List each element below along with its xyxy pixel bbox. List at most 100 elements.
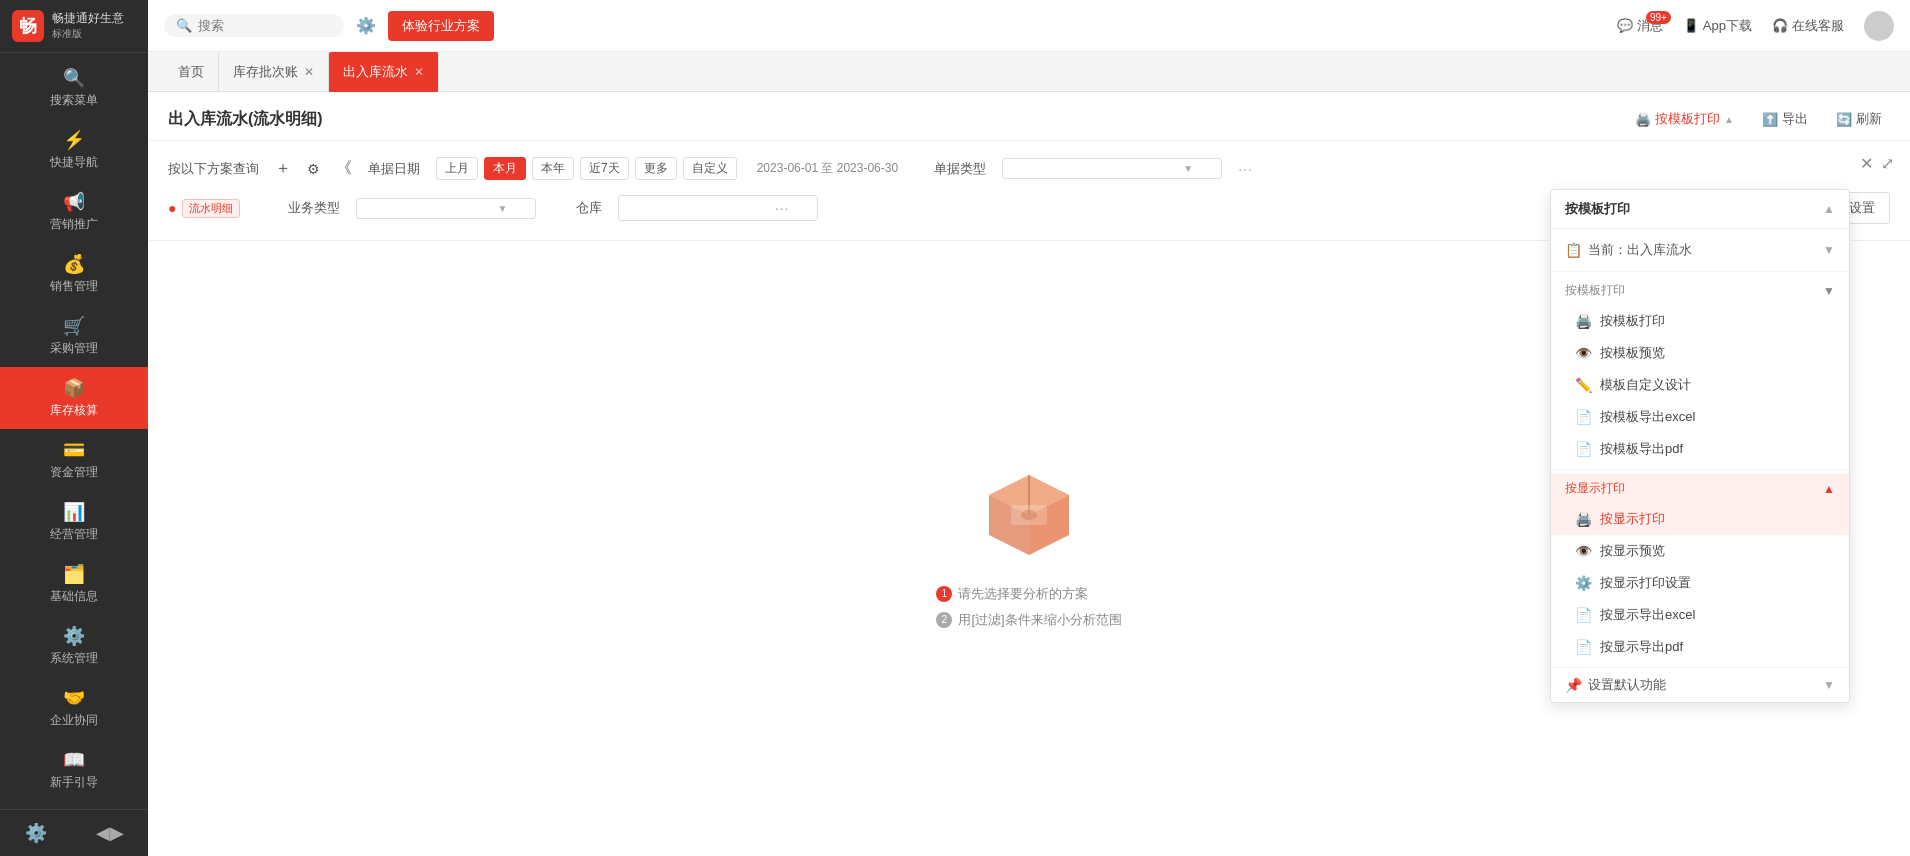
dp-template-export-excel[interactable]: 📄 按模板导出excel bbox=[1551, 401, 1849, 433]
sidebar-item-operations[interactable]: 📊 经营管理 bbox=[0, 491, 148, 553]
app-download-label: App下载 bbox=[1703, 17, 1752, 35]
sidebar-item-label: 库存核算 bbox=[50, 402, 98, 419]
dropdown-title: 按模板打印 bbox=[1565, 200, 1630, 218]
close-batch-account-tab[interactable]: ✕ bbox=[304, 65, 314, 79]
refresh-btn[interactable]: 🔄 刷新 bbox=[1828, 106, 1890, 132]
tab-home[interactable]: 首页 bbox=[164, 52, 219, 92]
dp-display-export-pdf[interactable]: 📄 按显示导出pdf bbox=[1551, 631, 1849, 663]
display-section-arrow-icon: ▲ bbox=[1823, 482, 1835, 496]
export-icon: ⬆️ bbox=[1762, 112, 1778, 127]
date-btn-last-7-days[interactable]: 近7天 bbox=[580, 157, 629, 180]
app-download-btn[interactable]: 📱 App下载 bbox=[1683, 17, 1752, 35]
warehouse-select[interactable]: ··· bbox=[618, 195, 818, 221]
display-print-section: 按显示打印 ▲ 🖨️ 按显示打印 👁️ 按显示预览 ⚙️ 按显示打印设置 📄 bbox=[1551, 470, 1849, 668]
dp-template-print-icon: 🖨️ bbox=[1575, 313, 1592, 329]
sidebar-item-basic-info[interactable]: 🗂️ 基础信息 bbox=[0, 553, 148, 615]
sidebar-item-search[interactable]: 🔍 搜索菜单 bbox=[0, 57, 148, 119]
dp-display-export-excel[interactable]: 📄 按显示导出excel bbox=[1551, 599, 1849, 631]
sidebar-item-purchase[interactable]: 🛒 采购管理 bbox=[0, 305, 148, 367]
tab-stock-flow[interactable]: 出入库流水 ✕ bbox=[329, 52, 439, 92]
message-btn[interactable]: 💬 消息 99+ bbox=[1617, 17, 1663, 35]
purchase-icon: 🛒 bbox=[63, 315, 85, 337]
close-window-btn[interactable]: ✕ bbox=[1860, 154, 1873, 173]
search-bar[interactable]: 🔍 bbox=[164, 14, 344, 37]
date-btn-custom[interactable]: 自定义 bbox=[683, 157, 737, 180]
dp-template-design-icon: ✏️ bbox=[1575, 377, 1592, 393]
warehouse-more-icon[interactable]: ··· bbox=[775, 200, 790, 216]
search-input[interactable] bbox=[198, 18, 318, 33]
sidebar-item-label: 搜索菜单 bbox=[50, 92, 98, 109]
sidebar-item-marketing[interactable]: 📢 营销推广 bbox=[0, 181, 148, 243]
dp-template-print[interactable]: 🖨️ 按模板打印 bbox=[1551, 305, 1849, 337]
dp-template-preview[interactable]: 👁️ 按模板预览 bbox=[1551, 337, 1849, 369]
close-stock-flow-tab[interactable]: ✕ bbox=[414, 65, 424, 79]
doc-type-select[interactable]: ▼ bbox=[1002, 158, 1222, 179]
current-template-label-group: 📋 当前：出入库流水 bbox=[1565, 241, 1692, 259]
empty-tip-2: 2 用[过滤]条件来缩小分析范围 bbox=[936, 607, 1121, 633]
dp-display-export-pdf-icon: 📄 bbox=[1575, 639, 1592, 655]
add-scheme-btn[interactable]: ＋ bbox=[275, 158, 291, 179]
main-area: 🔍 ⚙️ 体验行业方案 💬 消息 99+ 📱 App下载 🎧 在线客服 首页 bbox=[148, 0, 1910, 856]
message-icon: 💬 bbox=[1617, 18, 1633, 33]
tip-text-1: 请先选择要分析的方案 bbox=[958, 581, 1088, 607]
collapse-sidebar-icon[interactable]: ◀▶ bbox=[96, 822, 124, 844]
dp-template-design[interactable]: ✏️ 模板自定义设计 bbox=[1551, 369, 1849, 401]
print-icon: 🖨️ bbox=[1635, 112, 1651, 127]
scheme-collapse-icon[interactable]: 《 bbox=[336, 158, 352, 179]
dp-template-export-pdf[interactable]: 📄 按模板导出pdf bbox=[1551, 433, 1849, 465]
sidebar-item-quicknav[interactable]: ⚡ 快捷导航 bbox=[0, 119, 148, 181]
sidebar-item-guide[interactable]: 📖 新手引导 bbox=[0, 739, 148, 801]
industry-btn[interactable]: 体验行业方案 bbox=[388, 11, 494, 41]
dp-display-print-label: 按显示打印 bbox=[1600, 510, 1665, 528]
maximize-window-btn[interactable]: ⤢ bbox=[1881, 154, 1894, 173]
search-menu-icon: 🔍 bbox=[63, 67, 85, 89]
dp-display-settings-label: 按显示打印设置 bbox=[1600, 574, 1691, 592]
user-avatar[interactable] bbox=[1864, 11, 1894, 41]
biz-type-chevron-icon: ▼ bbox=[498, 203, 508, 214]
guide-icon: 📖 bbox=[63, 749, 85, 771]
set-default-icon: 📌 bbox=[1565, 677, 1582, 693]
export-btn[interactable]: ⬆️ 导出 bbox=[1754, 106, 1816, 132]
tabbar: 首页 库存批次账 ✕ 出入库流水 ✕ bbox=[148, 52, 1910, 92]
sidebar-item-finance[interactable]: 💳 资金管理 bbox=[0, 429, 148, 491]
sales-icon: 💰 bbox=[63, 253, 85, 275]
online-service-btn[interactable]: 🎧 在线客服 bbox=[1772, 17, 1844, 35]
sidebar-item-system[interactable]: ⚙️ 系统管理 bbox=[0, 615, 148, 677]
dropdown-chevron-icon[interactable]: ▲ bbox=[1823, 202, 1835, 216]
biz-type-label: 业务类型 bbox=[288, 199, 340, 217]
logo-area: 畅 畅捷通好生意 标准版 bbox=[0, 0, 148, 53]
dp-display-preview-label: 按显示预览 bbox=[1600, 542, 1665, 560]
dp-display-export-pdf-label: 按显示导出pdf bbox=[1600, 638, 1683, 656]
set-default-row[interactable]: 📌 设置默认功能 bbox=[1565, 676, 1666, 694]
gear-icon[interactable]: ⚙️ bbox=[356, 16, 376, 35]
tab-home-label: 首页 bbox=[178, 63, 204, 81]
tab-stock-flow-label: 出入库流水 bbox=[343, 63, 408, 81]
tab-batch-account[interactable]: 库存批次账 ✕ bbox=[219, 52, 329, 92]
sidebar-item-sales[interactable]: 💰 销售管理 bbox=[0, 243, 148, 305]
date-btn-last-month[interactable]: 上月 bbox=[436, 157, 478, 180]
dp-display-settings[interactable]: ⚙️ 按显示打印设置 bbox=[1551, 567, 1849, 599]
sidebar-item-inventory[interactable]: 📦 库存核算 bbox=[0, 367, 148, 429]
sidebar-item-label: 经营管理 bbox=[50, 526, 98, 543]
doc-type-more-icon[interactable]: ··· bbox=[1238, 161, 1253, 177]
dp-template-print-label: 按模板打印 bbox=[1600, 312, 1665, 330]
sidebar-item-label: 新手引导 bbox=[50, 774, 98, 791]
dp-display-export-excel-label: 按显示导出excel bbox=[1600, 606, 1695, 624]
sidebar-item-collab[interactable]: 🤝 企业协同 bbox=[0, 677, 148, 739]
biz-type-select[interactable]: ▼ bbox=[356, 198, 536, 219]
display-section-header: 按显示打印 ▲ bbox=[1551, 474, 1849, 503]
dp-display-print[interactable]: 🖨️ 按显示打印 bbox=[1551, 503, 1849, 535]
sub-filter-tag[interactable]: 流水明细 bbox=[182, 199, 240, 218]
dp-display-settings-icon: ⚙️ bbox=[1575, 575, 1592, 591]
sidebar-item-app-center[interactable]: 🎯 应用中心 bbox=[0, 801, 148, 809]
finance-icon: 💳 bbox=[63, 439, 85, 461]
print-template-btn[interactable]: 🖨️ 按模板打印 ▲ bbox=[1627, 106, 1742, 132]
date-btn-this-month[interactable]: 本月 bbox=[484, 157, 526, 180]
date-btn-more[interactable]: 更多 bbox=[635, 157, 677, 180]
dp-display-preview[interactable]: 👁️ 按显示预览 bbox=[1551, 535, 1849, 567]
date-btn-this-year[interactable]: 本年 bbox=[532, 157, 574, 180]
scheme-settings-icon[interactable]: ⚙ bbox=[307, 161, 320, 177]
filter-scheme-label: 按以下方案查询 bbox=[168, 160, 259, 178]
settings-icon[interactable]: ⚙️ bbox=[25, 822, 47, 844]
filter-row-1: 按以下方案查询 ＋ ⚙ 《 单据日期 上月 本月 本年 近7天 更多 自定义 2… bbox=[168, 157, 1890, 180]
